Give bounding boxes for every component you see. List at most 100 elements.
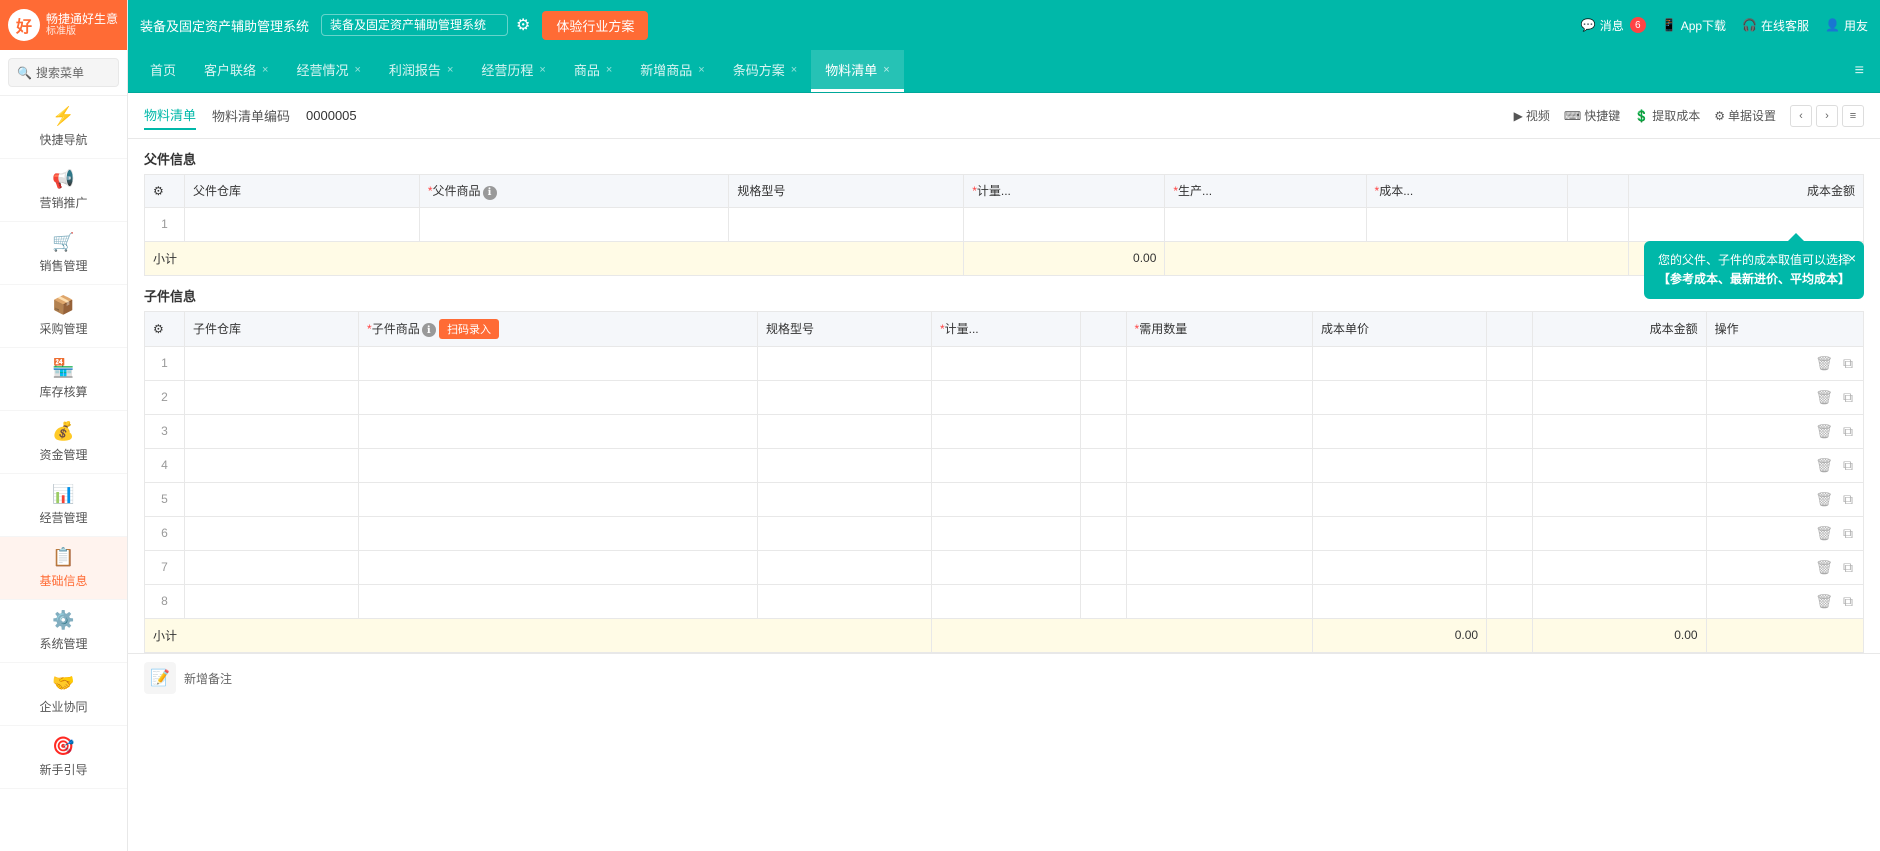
parent-goods-cell[interactable] [419, 207, 729, 241]
child-unit-8[interactable] [931, 584, 1080, 618]
tab-new-goods[interactable]: 新增商品 × [626, 50, 718, 92]
sidebar-item-system[interactable]: ⚙️ 系统管理 [0, 600, 127, 663]
tab-bom[interactable]: 物料清单 × [811, 50, 903, 92]
online-service-item[interactable]: 🎧 在线客服 [1742, 17, 1809, 34]
tab-bom-close[interactable]: × [883, 64, 889, 76]
tab-home[interactable]: 首页 [136, 50, 190, 92]
user-item[interactable]: 👤 用友 [1825, 17, 1868, 34]
child-warehouse-4[interactable] [185, 448, 359, 482]
child-warehouse-7[interactable] [185, 550, 359, 584]
delete-row-2-button[interactable]: 🗑 [1813, 387, 1835, 408]
sub-tab-bom[interactable]: 物料清单 [144, 101, 196, 130]
tab-new-goods-close[interactable]: × [698, 64, 704, 76]
sidebar-item-finance[interactable]: 💰 资金管理 [0, 411, 127, 474]
child-unit-5[interactable] [931, 482, 1080, 516]
child-goods-5[interactable] [359, 482, 758, 516]
tab-operations[interactable]: 经营情况 × [282, 50, 374, 92]
delete-row-5-button[interactable]: 🗑 [1813, 489, 1835, 510]
child-unit-6[interactable] [931, 516, 1080, 550]
tab-history-close[interactable]: × [539, 64, 545, 76]
system-select[interactable]: 装备及固定资产辅助管理系统 [321, 14, 508, 36]
child-spec-7[interactable] [757, 550, 931, 584]
trial-button[interactable]: 体验行业方案 [542, 11, 648, 40]
shortcut-action[interactable]: ⌨ 快捷键 [1564, 107, 1620, 124]
child-unit-cost-5[interactable] [1313, 482, 1487, 516]
delete-row-4-button[interactable]: 🗑 [1813, 455, 1835, 476]
tab-history[interactable]: 经营历程 × [467, 50, 559, 92]
view-action[interactable]: ▶ 视频 [1514, 107, 1550, 124]
parent-spec-cell[interactable] [729, 207, 964, 241]
sidebar-item-inventory[interactable]: 🏪 库存核算 [0, 348, 127, 411]
child-spec-2[interactable] [757, 380, 931, 414]
child-spec-4[interactable] [757, 448, 931, 482]
delete-row-6-button[interactable]: 🗑 [1813, 523, 1835, 544]
child-qty-1[interactable] [1126, 346, 1313, 380]
sidebar-item-quick-nav[interactable]: ⚡ 快捷导航 [0, 96, 127, 159]
copy-row-4-button[interactable]: ⧉ [1841, 455, 1855, 476]
sidebar-item-enterprise[interactable]: 🤝 企业协同 [0, 663, 127, 726]
child-unit-cost-8[interactable] [1313, 584, 1487, 618]
delete-row-7-button[interactable]: 🗑 [1813, 557, 1835, 578]
child-unit-cost-2[interactable] [1313, 380, 1487, 414]
sidebar-item-sales[interactable]: 🛒 销售管理 [0, 222, 127, 285]
child-qty-7[interactable] [1126, 550, 1313, 584]
child-qty-5[interactable] [1126, 482, 1313, 516]
child-unit-7[interactable] [931, 550, 1080, 584]
child-unit-cost-1[interactable] [1313, 346, 1487, 380]
child-unit-cost-4[interactable] [1313, 448, 1487, 482]
sidebar-item-guide[interactable]: 🎯 新手引导 [0, 726, 127, 789]
sidebar-item-marketing[interactable]: 📢 营销推广 [0, 159, 127, 222]
child-goods-4[interactable] [359, 448, 758, 482]
th-settings[interactable]: ⚙ [145, 175, 185, 208]
tab-goods[interactable]: 商品 × [560, 50, 626, 92]
child-spec-6[interactable] [757, 516, 931, 550]
tab-goods-close[interactable]: × [606, 64, 612, 76]
next-page-button[interactable]: › [1816, 105, 1838, 127]
tab-profit[interactable]: 利润报告 × [375, 50, 467, 92]
child-goods-8[interactable] [359, 584, 758, 618]
copy-row-2-button[interactable]: ⧉ [1841, 387, 1855, 408]
child-warehouse-8[interactable] [185, 584, 359, 618]
close-all-tabs[interactable]: ≡ [1847, 58, 1872, 84]
child-unit-cost-7[interactable] [1313, 550, 1487, 584]
message-item[interactable]: 💬 消息 6 [1581, 17, 1646, 34]
child-unit-cost-3[interactable] [1313, 414, 1487, 448]
child-warehouse-6[interactable] [185, 516, 359, 550]
copy-row-6-button[interactable]: ⧉ [1841, 523, 1855, 544]
tab-profit-close[interactable]: × [447, 64, 453, 76]
copy-row-5-button[interactable]: ⧉ [1841, 489, 1855, 510]
settings-button[interactable]: ⚙ [512, 11, 534, 39]
child-goods-7[interactable] [359, 550, 758, 584]
scan-button[interactable]: 扫码录入 [439, 319, 499, 339]
tab-customer[interactable]: 客户联络 × [190, 50, 282, 92]
parent-cost-cell[interactable] [1366, 207, 1567, 241]
child-warehouse-1[interactable] [185, 346, 359, 380]
tab-customer-close[interactable]: × [262, 64, 268, 76]
child-warehouse-5[interactable] [185, 482, 359, 516]
child-warehouse-3[interactable] [185, 414, 359, 448]
child-spec-8[interactable] [757, 584, 931, 618]
child-unit-3[interactable] [931, 414, 1080, 448]
tab-barcode-close[interactable]: × [791, 64, 797, 76]
cost-action[interactable]: 💲 提取成本 [1634, 107, 1700, 124]
delete-row-8-button[interactable]: 🗑 [1813, 591, 1835, 612]
child-spec-3[interactable] [757, 414, 931, 448]
sub-tab-code[interactable]: 物料清单编码 [212, 102, 290, 129]
child-spec-1[interactable] [757, 346, 931, 380]
child-qty-8[interactable] [1126, 584, 1313, 618]
tab-operations-close[interactable]: × [354, 64, 360, 76]
copy-row-1-button[interactable]: ⧉ [1841, 353, 1855, 374]
tooltip-close-button[interactable]: × [1848, 247, 1856, 269]
delete-row-3-button[interactable]: 🗑 [1813, 421, 1835, 442]
copy-row-7-button[interactable]: ⧉ [1841, 557, 1855, 578]
add-note-icon[interactable]: 📝 [144, 662, 176, 694]
sidebar-item-purchase[interactable]: 📦 采购管理 [0, 285, 127, 348]
child-spec-5[interactable] [757, 482, 931, 516]
child-goods-2[interactable] [359, 380, 758, 414]
prev-page-button[interactable]: ‹ [1790, 105, 1812, 127]
child-qty-2[interactable] [1126, 380, 1313, 414]
child-warehouse-2[interactable] [185, 380, 359, 414]
copy-row-3-button[interactable]: ⧉ [1841, 421, 1855, 442]
child-unit-2[interactable] [931, 380, 1080, 414]
child-qty-6[interactable] [1126, 516, 1313, 550]
